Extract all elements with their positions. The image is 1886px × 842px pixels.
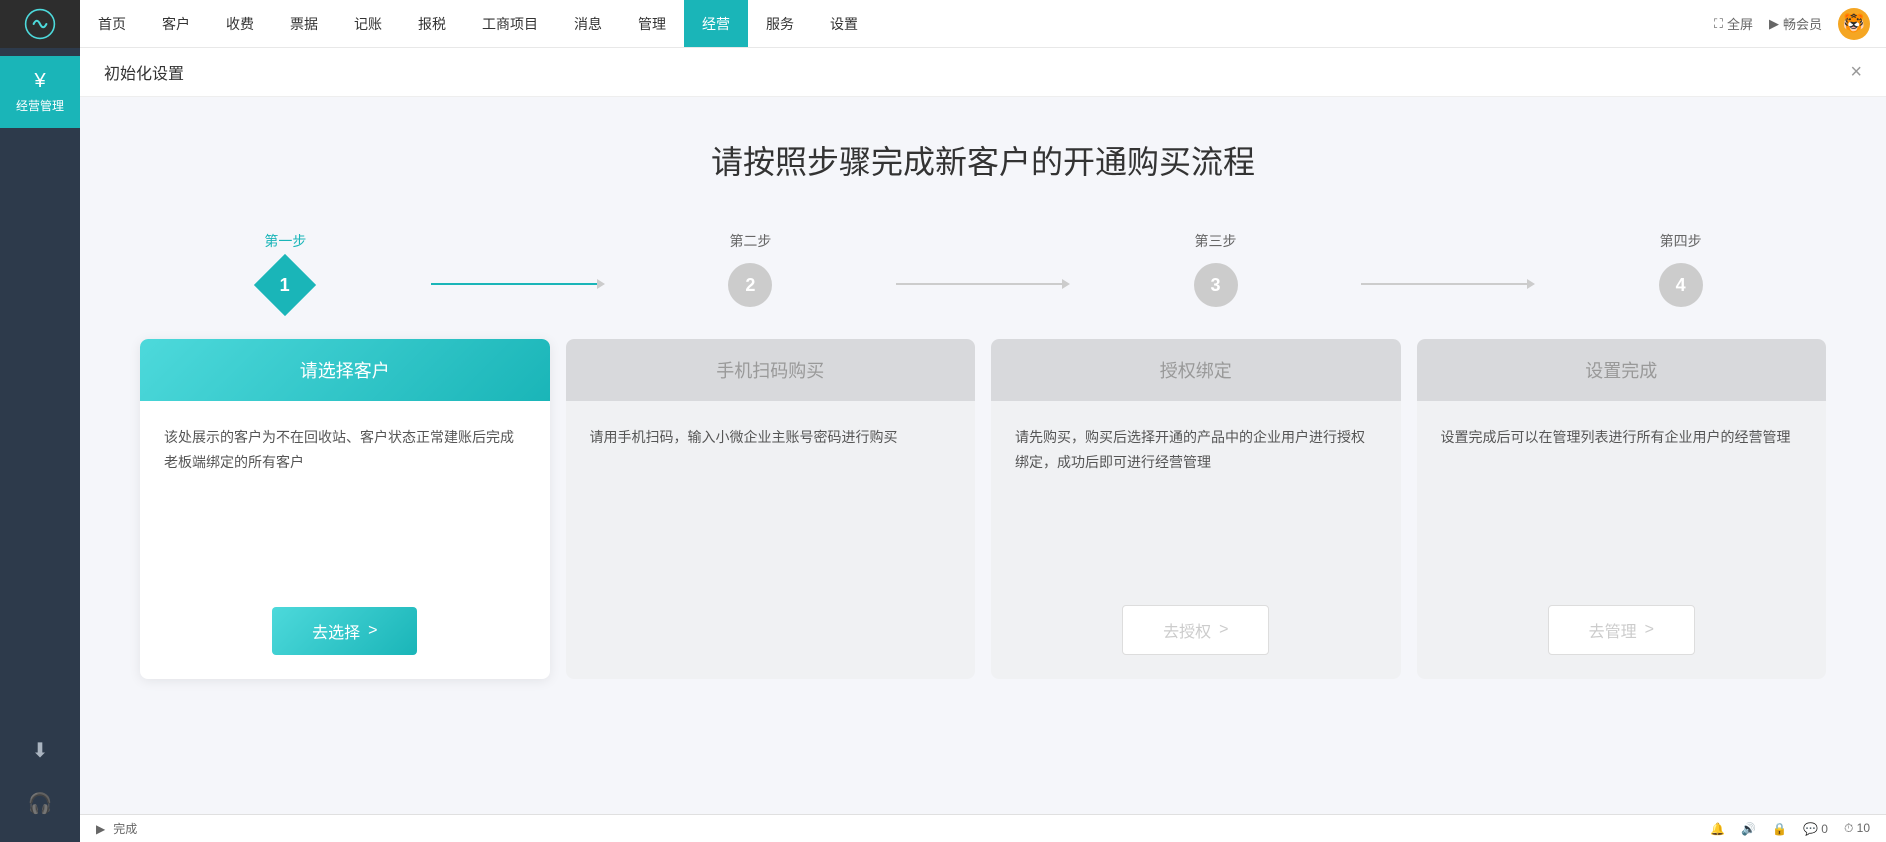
- step-1-label: 第一步: [264, 231, 306, 251]
- connector-line-1: [431, 283, 597, 285]
- status-bar-right: 🔔 🔊 🔒 💬 0 ⏱ 10: [1710, 821, 1870, 836]
- vip-btn[interactable]: ▶ 畅会员: [1769, 14, 1822, 33]
- nav-biz[interactable]: 工商项目: [464, 0, 556, 47]
- card-3-footer: 去授权 >: [991, 589, 1401, 655]
- nav-settings[interactable]: 设置: [812, 0, 876, 47]
- go-authorize-label: 去授权: [1163, 618, 1211, 642]
- card-2-header: 手机扫码购买: [566, 339, 976, 401]
- nav-right: ⛶ 全屏 ▶ 畅会员 🐯: [1714, 8, 1886, 40]
- card-1-footer: 去选择 >: [140, 591, 550, 655]
- status-bar-left: ▶ 完成: [96, 820, 137, 837]
- play-icon: ▶: [96, 822, 105, 836]
- message-count: 💬 0: [1803, 822, 1828, 836]
- avatar[interactable]: 🐯: [1838, 8, 1870, 40]
- step-4-circle: 4: [1659, 263, 1703, 307]
- nav-service[interactable]: 服务: [748, 0, 812, 47]
- sidebar: ¥ 经营管理 ⬇ 🎧: [0, 48, 80, 842]
- nav-fee[interactable]: 收费: [208, 0, 272, 47]
- card-2-body: 请用手机扫码，输入小微企业主账号密码进行购买: [566, 401, 976, 655]
- card-4-body: 设置完成后可以在管理列表进行所有企业用户的经营管理: [1417, 401, 1827, 589]
- sidebar-item-operation[interactable]: ¥ 经营管理: [0, 56, 80, 128]
- logo: [0, 0, 80, 48]
- nav-account[interactable]: 记账: [336, 0, 400, 47]
- go-select-label: 去选择: [312, 619, 360, 643]
- card-4-header: 设置完成: [1417, 339, 1827, 401]
- sidebar-support[interactable]: 🎧: [0, 781, 80, 826]
- step-3-circle: 3: [1194, 263, 1238, 307]
- nav-items: 首页 客户 收费 票据 记账 报税 工商项目 消息 管理 经营 服务 设置: [80, 0, 1714, 47]
- connector-line-2: [896, 283, 1062, 285]
- notification-icon: 🔔: [1710, 822, 1725, 836]
- go-authorize-button[interactable]: 去授权 >: [1122, 605, 1269, 655]
- card-4: 设置完成 设置完成后可以在管理列表进行所有企业用户的经营管理 去管理 >: [1417, 339, 1827, 679]
- card-4-footer: 去管理 >: [1417, 589, 1827, 655]
- step-2-label: 第二步: [729, 231, 771, 251]
- go-authorize-arrow: >: [1219, 621, 1228, 639]
- close-button[interactable]: ×: [1850, 61, 1862, 84]
- card-2: 手机扫码购买 请用手机扫码，输入小微企业主账号密码进行购买: [566, 339, 976, 679]
- card-1-header: 请选择客户: [140, 339, 550, 401]
- arrow-1: [597, 279, 605, 289]
- sidebar-download[interactable]: ⬇: [0, 728, 80, 773]
- status-text: 完成: [113, 820, 137, 837]
- main-content: 初始化设置 × 请按照步骤完成新客户的开通购买流程 第一步 1: [80, 48, 1886, 842]
- nav-home[interactable]: 首页: [80, 0, 144, 47]
- connector-3-4: [1361, 283, 1535, 285]
- go-manage-button[interactable]: 去管理 >: [1548, 605, 1695, 655]
- step-2-circle: 2: [728, 263, 772, 307]
- page-header: 初始化设置 ×: [80, 48, 1886, 97]
- connector-1-2: [431, 283, 605, 285]
- card-3-header: 授权绑定: [991, 339, 1401, 401]
- nav-manage[interactable]: 管理: [620, 0, 684, 47]
- card-3-body: 请先购买，购买后选择开通的产品中的企业用户进行授权绑定，成功后即可进行经营管理: [991, 401, 1401, 589]
- nav-message[interactable]: 消息: [556, 0, 620, 47]
- nav-invoice[interactable]: 票据: [272, 0, 336, 47]
- step-col-3: 第三步 3: [1070, 231, 1361, 307]
- timer: ⏱ 10: [1844, 821, 1870, 836]
- steps-row: 第一步 1 第二步 2: [140, 231, 1826, 315]
- card-3: 授权绑定 请先购买，购买后选择开通的产品中的企业用户进行授权绑定，成功后即可进行…: [991, 339, 1401, 679]
- volume-icon: 🔊: [1741, 822, 1756, 836]
- top-nav: 首页 客户 收费 票据 记账 报税 工商项目 消息 管理 经营 服务 设置 ⛶ …: [0, 0, 1886, 48]
- status-bar: ▶ 完成 🔔 🔊 🔒 💬 0 ⏱ 10: [80, 814, 1886, 842]
- arrow-3: [1527, 279, 1535, 289]
- sidebar-bottom: ⬇ 🎧: [0, 728, 80, 842]
- go-select-button[interactable]: 去选择 >: [272, 607, 417, 655]
- step-1-circle: 1: [254, 254, 316, 316]
- go-manage-label: 去管理: [1589, 618, 1637, 642]
- lock-icon: 🔒: [1772, 822, 1787, 836]
- step-col-1: 第一步 1: [140, 231, 431, 315]
- nav-client[interactable]: 客户: [144, 0, 208, 47]
- page-body: 请按照步骤完成新客户的开通购买流程 第一步 1 第二: [80, 97, 1886, 814]
- sidebar-item-label: 经营管理: [16, 97, 64, 114]
- layout: ¥ 经营管理 ⬇ 🎧 初始化设置 × 请按照步骤完成新客户的开通购买流程 第一步…: [0, 48, 1886, 842]
- go-manage-arrow: >: [1645, 621, 1654, 639]
- step-4-label: 第四步: [1660, 231, 1702, 251]
- nav-tax[interactable]: 报税: [400, 0, 464, 47]
- operation-icon: ¥: [34, 70, 45, 93]
- nav-operation[interactable]: 经营: [684, 0, 748, 47]
- card-1-body: 该处展示的客户为不在回收站、客户状态正常建账后完成老板端绑定的所有客户: [140, 401, 550, 591]
- connector-2-3: [896, 283, 1070, 285]
- step-col-2: 第二步 2: [605, 231, 896, 307]
- arrow-2: [1062, 279, 1070, 289]
- fullscreen-btn[interactable]: ⛶ 全屏: [1714, 14, 1753, 33]
- step-col-4: 第四步 4: [1535, 231, 1826, 307]
- go-select-arrow: >: [368, 622, 377, 640]
- page-title: 初始化设置: [104, 60, 184, 84]
- main-title: 请按照步骤完成新客户的开通购买流程: [140, 137, 1826, 183]
- step-3-label: 第三步: [1195, 231, 1237, 251]
- cards-row: 请选择客户 该处展示的客户为不在回收站、客户状态正常建账后完成老板端绑定的所有客…: [140, 339, 1826, 679]
- card-1: 请选择客户 该处展示的客户为不在回收站、客户状态正常建账后完成老板端绑定的所有客…: [140, 339, 550, 679]
- connector-line-3: [1361, 283, 1527, 285]
